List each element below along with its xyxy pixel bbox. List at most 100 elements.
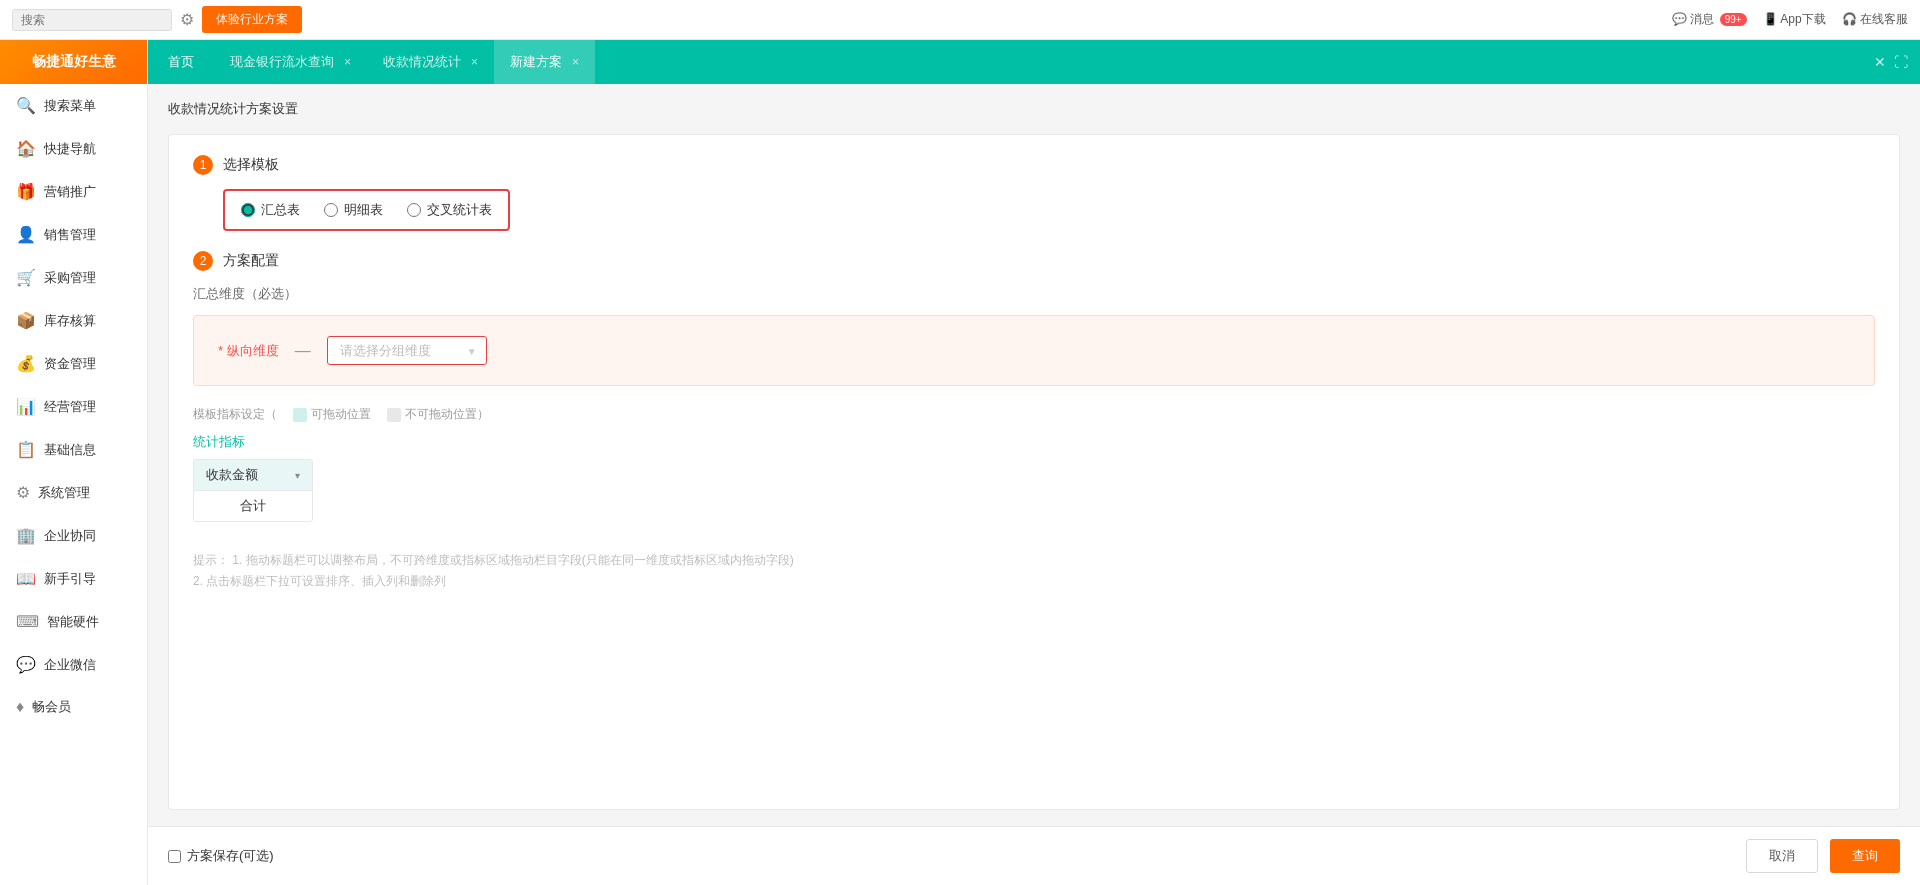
radio-cross[interactable]	[407, 203, 421, 217]
template-options: 汇总表 明细表 交叉统计表	[223, 189, 510, 231]
gear-icon[interactable]: ⚙	[180, 10, 194, 29]
sidebar-item-label: 基础信息	[44, 441, 96, 459]
sidebar-item-marketing[interactable]: 🎁 营销推广	[0, 170, 147, 213]
chevron-down-icon[interactable]: ▾	[295, 470, 300, 481]
metrics-title: 统计指标	[193, 433, 1875, 451]
sidebar-item-basic-info[interactable]: 📋 基础信息	[0, 428, 147, 471]
notification-area[interactable]: 💬 消息 99+	[1672, 11, 1747, 28]
maximize-icon[interactable]: ⛶	[1894, 54, 1908, 70]
search-input[interactable]	[12, 9, 172, 31]
app-icon: 📱	[1763, 12, 1778, 26]
sidebar-item-label: 畅会员	[32, 698, 71, 716]
home-icon: 🏠	[16, 139, 36, 158]
sidebar-item-label: 资金管理	[44, 355, 96, 373]
sidebar-item-system[interactable]: ⚙ 系统管理	[0, 471, 147, 514]
save-label: 方案保存(可选)	[187, 847, 274, 865]
sidebar-item-label: 采购管理	[44, 269, 96, 287]
tab-collection-stats[interactable]: 收款情况统计 ×	[367, 40, 494, 84]
option-detail[interactable]: 明细表	[324, 201, 383, 219]
option-summary[interactable]: 汇总表	[241, 201, 300, 219]
sidebar-item-label: 库存核算	[44, 312, 96, 330]
dimension-row: * 纵向维度 — 请选择分组维度	[218, 336, 1850, 365]
app-download-label: App下载	[1780, 12, 1825, 26]
option-cross[interactable]: 交叉统计表	[407, 201, 492, 219]
tab-bank-query[interactable]: 现金银行流水查询 ×	[214, 40, 367, 84]
subsection-title: 汇总维度（必选）	[193, 285, 1875, 303]
online-service[interactable]: 🎧 在线客服	[1842, 11, 1908, 28]
metrics-label-row: 模板指标设定（ 可拖动位置 不可拖动位置）	[193, 406, 1875, 423]
tab-new-plan-label: 新建方案	[510, 53, 562, 71]
dimension-select[interactable]: 请选择分组维度	[327, 336, 487, 365]
sidebar-item-label: 经营管理	[44, 398, 96, 416]
notification-label: 消息	[1690, 12, 1714, 26]
money-icon: 💰	[16, 354, 36, 373]
option-summary-label: 汇总表	[261, 201, 300, 219]
sidebar-item-hardware[interactable]: ⌨ 智能硬件	[0, 600, 147, 643]
sidebar-item-guide[interactable]: 📖 新手引导	[0, 557, 147, 600]
building-icon: 🏢	[16, 526, 36, 545]
radio-detail[interactable]	[324, 203, 338, 217]
step1-title: 选择模板	[223, 156, 279, 174]
sidebar-item-sales[interactable]: 👤 销售管理	[0, 213, 147, 256]
chat-icon: 💬	[16, 655, 36, 674]
sidebar-item-operations[interactable]: 📊 经营管理	[0, 385, 147, 428]
sidebar-item-member[interactable]: ♦ 畅会员	[0, 686, 147, 728]
sidebar-item-purchase[interactable]: 🛒 采购管理	[0, 256, 147, 299]
tab-collection-stats-close[interactable]: ×	[471, 55, 478, 69]
top-bar-right: 💬 消息 99+ 📱 App下载 🎧 在线客服	[1672, 11, 1908, 28]
sidebar-logo: 畅捷通好生意	[0, 40, 147, 84]
step1-header: 1 选择模板	[193, 155, 1875, 175]
tab-home[interactable]: 首页	[148, 40, 214, 84]
non-draggable-box	[387, 408, 401, 422]
tab-bank-query-close[interactable]: ×	[344, 55, 351, 69]
query-button[interactable]: 查询	[1830, 839, 1900, 873]
user-icon: 👤	[16, 225, 36, 244]
metrics-cell-total: 合计	[194, 491, 312, 521]
metrics-section: 模板指标设定（ 可拖动位置 不可拖动位置） 统计指标	[193, 406, 1875, 522]
non-draggable-label: 不可拖动位置）	[405, 406, 489, 423]
clipboard-icon: 📋	[16, 440, 36, 459]
sidebar-item-search[interactable]: 🔍 搜索菜单	[0, 84, 147, 127]
sidebar-item-label: 新手引导	[44, 570, 96, 588]
step2-title: 方案配置	[223, 252, 279, 270]
metrics-setting-label: 模板指标设定（	[193, 406, 277, 423]
service-icon: 🎧	[1842, 12, 1857, 26]
non-draggable-hint: 不可拖动位置）	[387, 406, 489, 423]
metrics-header[interactable]: 收款金额 ▾	[194, 460, 312, 491]
form-card: 1 选择模板 汇总表 明细表	[168, 134, 1900, 810]
tab-new-plan[interactable]: 新建方案 ×	[494, 40, 595, 84]
dimension-arrow: —	[295, 342, 311, 360]
sidebar-item-enterprise[interactable]: 🏢 企业协同	[0, 514, 147, 557]
cancel-button[interactable]: 取消	[1746, 839, 1818, 873]
radio-summary[interactable]	[241, 203, 255, 217]
sidebar-item-label: 企业协同	[44, 527, 96, 545]
notification-badge: 99+	[1720, 13, 1747, 26]
content-area: 首页 现金银行流水查询 × 收款情况统计 × 新建方案 × ✕ ⛶ 收款情况统计…	[148, 40, 1920, 885]
gift-icon: 🎁	[16, 182, 36, 201]
step2-header: 2 方案配置	[193, 251, 1875, 271]
tab-collection-stats-label: 收款情况统计	[383, 53, 461, 71]
dimension-select-wrap: 请选择分组维度	[327, 336, 487, 365]
metrics-table: 收款金额 ▾ 合计	[193, 459, 313, 522]
tab-new-plan-close[interactable]: ×	[572, 55, 579, 69]
sidebar-item-wechat[interactable]: 💬 企业微信	[0, 643, 147, 686]
logo-text: 畅捷通好生意	[32, 53, 116, 71]
app-download[interactable]: 📱 App下载	[1763, 11, 1826, 28]
industry-button[interactable]: 体验行业方案	[202, 6, 302, 33]
dimension-area: * 纵向维度 — 请选择分组维度	[193, 315, 1875, 386]
sidebar-item-label: 销售管理	[44, 226, 96, 244]
step2-section: 2 方案配置 汇总维度（必选） * 纵向维度 — 请选择分组维度	[193, 251, 1875, 604]
save-checkbox[interactable]	[168, 850, 181, 863]
book-icon: 📖	[16, 569, 36, 588]
sidebar-item-quick-nav[interactable]: 🏠 快捷导航	[0, 127, 147, 170]
draggable-label: 可拖动位置	[311, 406, 371, 423]
close-window-icon[interactable]: ✕	[1874, 54, 1886, 70]
sidebar-item-finance[interactable]: 💰 资金管理	[0, 342, 147, 385]
box-icon: 📦	[16, 311, 36, 330]
sidebar-item-label: 系统管理	[38, 484, 90, 502]
save-option[interactable]: 方案保存(可选)	[168, 847, 274, 865]
sidebar-item-label: 快捷导航	[44, 140, 96, 158]
draggable-box	[293, 408, 307, 422]
sidebar-item-inventory[interactable]: 📦 库存核算	[0, 299, 147, 342]
tip-2: 2. 点击标题栏下拉可设置排序、插入列和删除列	[193, 573, 1875, 590]
